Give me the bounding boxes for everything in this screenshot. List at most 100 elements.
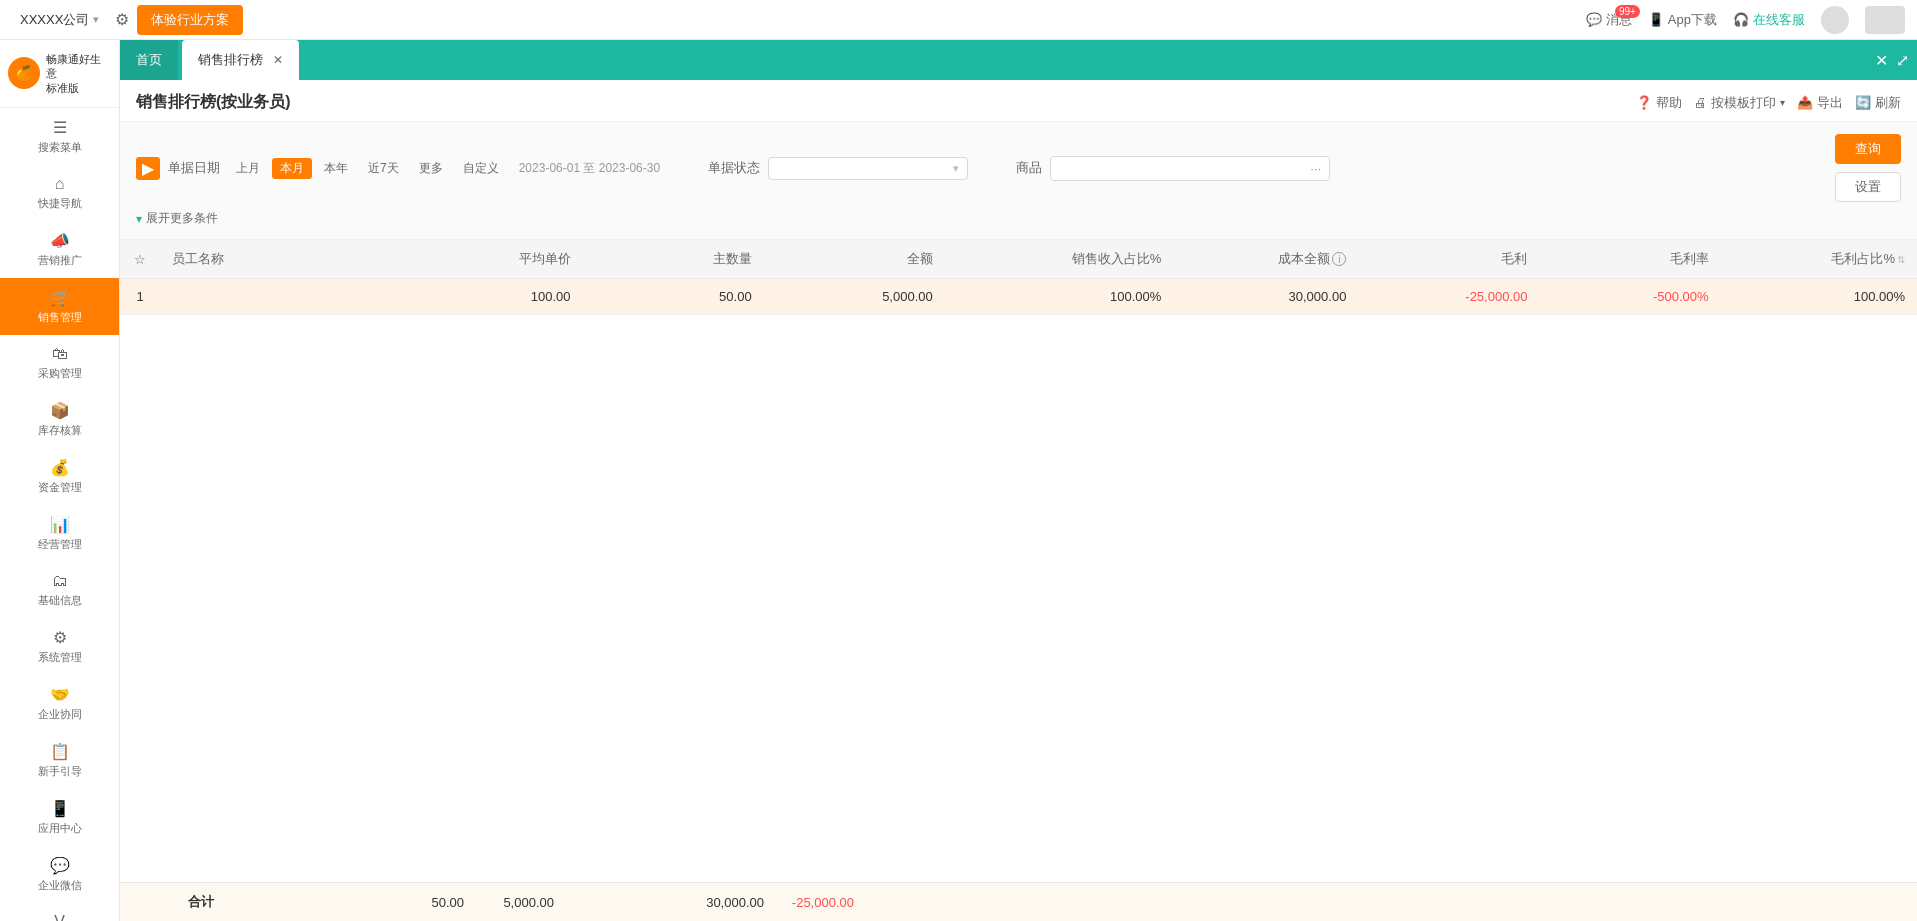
- sidebar-item-marketing[interactable]: 📣 营销推广: [0, 221, 119, 278]
- finance-icon: 💰: [50, 458, 70, 477]
- enterprise-icon: 🤝: [50, 685, 70, 704]
- sidebar-item-wechat[interactable]: 💬 企业微信: [0, 846, 119, 903]
- guide-icon: 📋: [50, 742, 70, 761]
- footer-amount: 5,000.00: [476, 895, 566, 910]
- sidebar-item-basic[interactable]: 🗂 基础信息: [0, 562, 119, 618]
- topbar-settings-icon[interactable]: ⚙: [115, 10, 129, 29]
- sidebar-label-guide: 新手引导: [38, 764, 82, 779]
- user-avatar[interactable]: [1821, 6, 1849, 34]
- sidebar-item-sales[interactable]: 🛒 销售管理: [0, 278, 119, 335]
- cell-profit: -25,000.00: [1358, 279, 1539, 315]
- member-icon: V: [54, 913, 65, 921]
- sidebar-label-operations: 经营管理: [38, 537, 82, 552]
- cell-rank: 1: [120, 279, 160, 315]
- sidebar-item-system[interactable]: ⚙ 系统管理: [0, 618, 119, 675]
- cost-info-icon[interactable]: i: [1332, 252, 1346, 266]
- app-download-button[interactable]: 📱 App下载: [1648, 11, 1717, 29]
- sidebar-item-enterprise[interactable]: 🤝 企业协同: [0, 675, 119, 732]
- tab-home[interactable]: 首页: [120, 40, 178, 80]
- sidebar-item-member[interactable]: V 畅会员: [0, 903, 119, 921]
- app-download-label: App下载: [1668, 11, 1717, 29]
- cell-amount: 5,000.00: [764, 279, 945, 315]
- more-icon[interactable]: ···: [1310, 161, 1321, 176]
- refresh-icon: 🔄: [1855, 95, 1871, 110]
- wechat-icon: 💬: [50, 856, 70, 875]
- sidebar-label-basic: 基础信息: [38, 593, 82, 608]
- sidebar-item-operations[interactable]: 📊 经营管理: [0, 505, 119, 562]
- company-selector[interactable]: XXXXX公司 ▾: [12, 7, 107, 33]
- company-name: XXXXX公司: [20, 11, 89, 29]
- col-header-name: 员工名称: [160, 240, 401, 279]
- sales-icon: 🛒: [50, 288, 70, 307]
- logo-text: 畅康通好生意 标准版: [46, 52, 111, 95]
- expand-label: 展开更多条件: [146, 210, 218, 227]
- logo-icon: 🍊: [8, 57, 40, 89]
- print-button[interactable]: 🖨 按模板打印 ▾: [1694, 94, 1785, 112]
- online-service-button[interactable]: 🎧 在线客服: [1733, 11, 1805, 29]
- user-name[interactable]: [1865, 6, 1905, 34]
- col-header-cost: 成本全额i: [1173, 240, 1358, 279]
- col-header-profit-pct: 毛利占比%⇅: [1721, 240, 1917, 279]
- sidebar-item-guide[interactable]: 📋 新手引导: [0, 732, 119, 789]
- message-button[interactable]: 💬 消息 99+: [1586, 11, 1632, 29]
- sidebar-label-sales: 销售管理: [38, 310, 82, 325]
- settings-button[interactable]: 设置: [1835, 172, 1901, 202]
- query-button[interactable]: 查询: [1835, 134, 1901, 164]
- expand-left-icon[interactable]: ▶: [136, 157, 160, 180]
- message-badge: 99+: [1615, 5, 1640, 18]
- inventory-icon: 📦: [50, 401, 70, 420]
- print-chevron-icon: ▾: [1780, 97, 1785, 108]
- help-button[interactable]: ❓ 帮助: [1636, 94, 1682, 112]
- page-title: 销售排行榜(按业务员): [136, 92, 291, 113]
- col-header-amount: 全额: [764, 240, 945, 279]
- col-header-qty: 主数量: [583, 240, 764, 279]
- date-btn-custom[interactable]: 自定义: [455, 158, 507, 179]
- company-chevron-icon: ▾: [93, 13, 99, 26]
- date-btn-last-month[interactable]: 上月: [228, 158, 268, 179]
- expand-arrow-icon: ▾: [136, 212, 142, 226]
- sidebar-item-search[interactable]: ☰ 搜索菜单: [0, 108, 119, 165]
- sidebar-label-purchase: 采购管理: [38, 366, 82, 381]
- footer-qty: 50.00: [386, 895, 476, 910]
- goods-input[interactable]: ···: [1050, 156, 1330, 181]
- date-btn-this-month[interactable]: 本月: [272, 158, 312, 179]
- status-select[interactable]: ▾: [768, 157, 968, 180]
- home-icon: ⌂: [55, 175, 65, 193]
- sidebar-item-shortcuts[interactable]: ⌂ 快捷导航: [0, 165, 119, 221]
- col-header-rank: ☆: [120, 240, 160, 279]
- purchase-icon: 🛍: [52, 345, 68, 363]
- trial-button[interactable]: 体验行业方案: [137, 5, 243, 35]
- date-btn-this-year[interactable]: 本年: [316, 158, 356, 179]
- date-btn-more[interactable]: 更多: [411, 158, 451, 179]
- message-icon: 💬: [1586, 12, 1602, 27]
- tab-bar-expand-icon[interactable]: ⤢: [1896, 51, 1909, 70]
- table-footer: 合计 50.00 5,000.00 30,000.00 -25,000.00: [120, 882, 1917, 921]
- date-label: 单据日期: [168, 159, 220, 177]
- sort-icon[interactable]: ⇅: [1897, 254, 1905, 265]
- tab-sales-rank[interactable]: 销售排行榜 ✕: [182, 40, 299, 80]
- sidebar-label-apps: 应用中心: [38, 821, 82, 836]
- refresh-button[interactable]: 🔄 刷新: [1855, 94, 1901, 112]
- sidebar-item-apps[interactable]: 📱 应用中心: [0, 789, 119, 846]
- status-label: 单据状态: [708, 159, 760, 177]
- tab-close-icon[interactable]: ✕: [273, 53, 283, 67]
- cell-cost: 30,000.00: [1173, 279, 1358, 315]
- marketing-icon: 📣: [50, 231, 70, 250]
- sidebar-label-finance: 资金管理: [38, 480, 82, 495]
- cell-name: [160, 279, 401, 315]
- apps-icon: 📱: [50, 799, 70, 818]
- tab-bar-close-icon[interactable]: ✕: [1875, 51, 1888, 70]
- sidebar-item-purchase[interactable]: 🛍 采购管理: [0, 335, 119, 391]
- operations-icon: 📊: [50, 515, 70, 534]
- date-btn-7days[interactable]: 近7天: [360, 158, 407, 179]
- expand-more-btn[interactable]: ▾ 展开更多条件: [136, 210, 1901, 227]
- cell-profit-rate: -500.00%: [1539, 279, 1720, 315]
- help-icon: ❓: [1636, 95, 1652, 110]
- tab-sales-rank-label: 销售排行榜: [198, 51, 263, 69]
- col-header-profit-rate: 毛利率: [1539, 240, 1720, 279]
- sidebar-item-inventory[interactable]: 📦 库存核算: [0, 391, 119, 448]
- goods-label: 商品: [1016, 159, 1042, 177]
- export-button[interactable]: 📤 导出: [1797, 94, 1843, 112]
- cell-qty: 50.00: [583, 279, 764, 315]
- sidebar-item-finance[interactable]: 💰 资金管理: [0, 448, 119, 505]
